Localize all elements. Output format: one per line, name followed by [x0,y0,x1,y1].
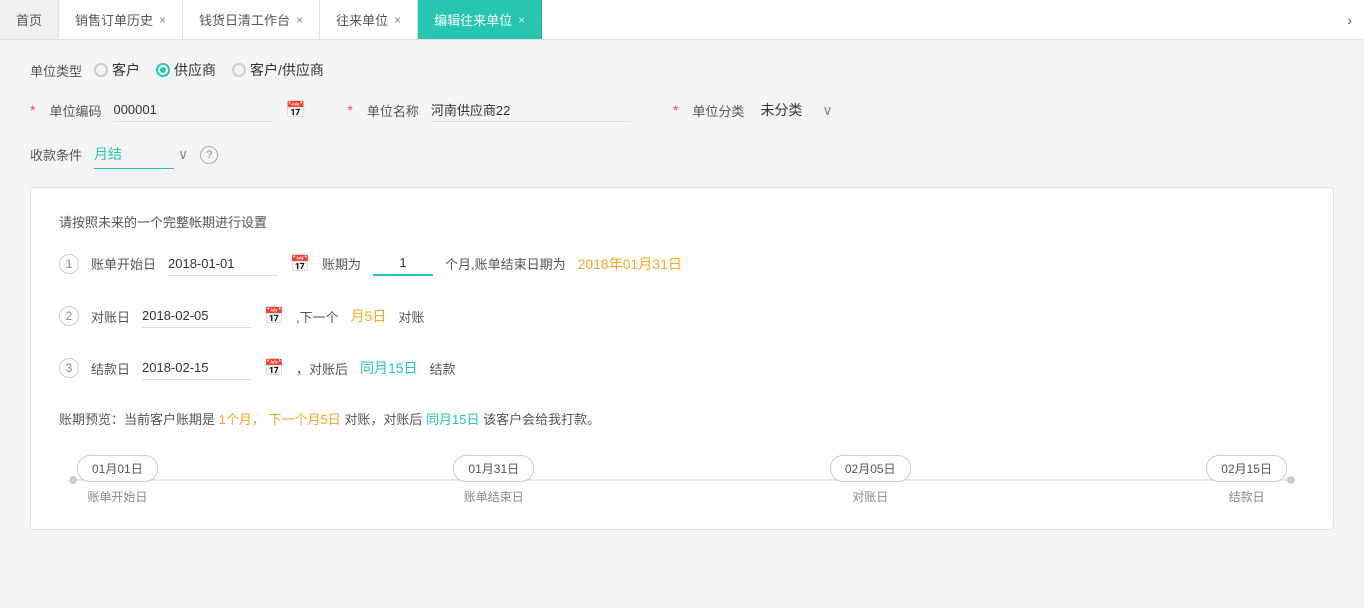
timeline-date-4: 02月15日 [1206,455,1287,482]
radio-customer[interactable]: 客户 [94,60,140,80]
timeline-label-4: 结款日 [1229,488,1265,505]
preview-payment: 同月15日 [426,412,479,427]
period-label: 账期为 [322,254,361,273]
tab-sales-history[interactable]: 销售订单历史 × [59,0,183,39]
main-content: 单位类型 客户 供应商 客户/供应商 * 单位编码 📅 * 单位名称 * 单位分… [0,40,1364,608]
tab-home[interactable]: 首页 [0,0,59,39]
timeline-label-3: 对账日 [852,488,888,505]
payment-condition-row: 收款条件 月结 ∨ ? [30,140,1334,169]
reconcile-prefix: ,下一个 [296,307,339,326]
unit-name-input[interactable] [431,98,631,122]
preview-period: 1个月， [219,412,265,427]
period-unit-text: 个月,账单结束日期为 [445,254,566,273]
tab-partner[interactable]: 往来单位 × [320,0,418,39]
timeline-node-1: 01月01日 账单开始日 [77,455,158,505]
calendar-icon-reconcile[interactable]: 📅 [264,306,284,326]
timeline-label-1: 账单开始日 [87,488,147,505]
setting-row-3: 3 结款日 📅 ，对账后 同月15日 结款 [59,356,1305,380]
unit-type-row: 单位类型 客户 供应商 客户/供应商 [30,60,1334,80]
timeline-nodes: 01月01日 账单开始日 01月31日 账单结束日 02月05日 对账日 02月… [77,455,1287,505]
settings-section: 请按照未来的一个完整帐期进行设置 1 账单开始日 📅 账期为 个月,账单结束日期… [30,187,1334,530]
close-tab-edit-partner[interactable]: × [518,13,525,27]
unit-category-label: 单位分类 [692,101,744,120]
required-star-code: * [30,102,35,118]
timeline-date-1: 01月01日 [77,455,158,482]
close-tab-sales-history[interactable]: × [159,13,166,27]
radio-customer-supplier[interactable]: 客户/供应商 [232,60,324,80]
section-title: 请按照未来的一个完整帐期进行设置 [59,212,1305,231]
timeline-end-dot [1287,476,1295,484]
close-tab-partner[interactable]: × [394,13,401,27]
unit-info-row: * 单位编码 📅 * 单位名称 * 单位分类 未分类 ∨ [30,98,1334,122]
required-star-name: * [347,102,352,118]
payment-prefix: ，对账后 [296,359,348,378]
radio-label-customer: 客户 [112,60,140,80]
unit-code-label: 单位编码 [49,101,101,120]
calendar-icon-code[interactable]: 📅 [285,100,305,120]
setting-row-2: 2 对账日 📅 ,下一个 月5日 对账 [59,304,1305,328]
payment-condition-label: 收款条件 [30,145,82,164]
row-label-payment: 结款日 [91,359,130,378]
timeline-node-3: 02月05日 对账日 [830,455,911,505]
category-dropdown-icon[interactable]: ∨ [822,102,832,119]
reconcile-date-input[interactable] [142,304,252,328]
row-num-1: 1 [59,254,79,274]
timeline-date-3: 02月05日 [830,455,911,482]
preview-mid: 对账，对账后 [344,412,422,427]
radio-supplier[interactable]: 供应商 [156,60,216,80]
unit-category-value: 未分类 [760,100,802,120]
payment-suffix: 结款 [430,359,456,378]
required-star-category: * [673,102,678,118]
radio-circle-supplier [156,63,170,77]
radio-label-customer-supplier: 客户/供应商 [250,60,324,80]
unit-type-label: 单位类型 [30,61,82,80]
tab-more-button[interactable]: › [1335,0,1364,39]
payment-date-input[interactable] [142,356,252,380]
period-value-input[interactable] [373,251,433,276]
radio-label-supplier: 供应商 [174,60,216,80]
payment-condition-value: 月结 [94,140,174,169]
preview-section: 账期预览：当前客户账期是 1个月， 下一个月5日 对账，对账后 同月15日 该客… [59,408,1305,431]
reconcile-highlight: 月5日 [351,306,387,326]
tab-edit-partner[interactable]: 编辑往来单位 × [418,0,542,39]
chevron-right-icon: › [1347,12,1352,28]
timeline-node-2: 01月31日 账单结束日 [453,455,534,505]
reconcile-suffix: 对账 [398,307,424,326]
calendar-icon-payment[interactable]: 📅 [264,358,284,378]
payment-highlight: 同月15日 [360,358,418,378]
payment-condition-help-icon[interactable]: ? [200,146,218,164]
setting-row-1: 1 账单开始日 📅 账期为 个月,账单结束日期为 2018年01月31日 [59,251,1305,276]
row-label-reconcile: 对账日 [91,307,130,326]
payment-condition-select[interactable]: 月结 ∨ [94,140,188,169]
start-date-input[interactable] [168,252,278,276]
preview-reconcile: 下一个月5日 [269,412,341,427]
timeline-date-2: 01月31日 [453,455,534,482]
timeline-container: 01月01日 账单开始日 01月31日 账单结束日 02月05日 对账日 02月… [59,455,1305,505]
tab-cash-work[interactable]: 钱货日清工作台 × [183,0,320,39]
unit-type-radio-group: 客户 供应商 客户/供应商 [94,60,324,80]
unit-code-input[interactable] [113,98,273,122]
timeline-track: 01月01日 账单开始日 01月31日 账单结束日 02月05日 对账日 02月… [77,455,1287,505]
end-date-highlight: 2018年01月31日 [578,254,682,274]
row-label-start: 账单开始日 [91,254,156,273]
row-num-3: 3 [59,358,79,378]
unit-name-label: 单位名称 [367,101,419,120]
payment-condition-dropdown-icon[interactable]: ∨ [178,146,188,163]
timeline-node-4: 02月15日 结款日 [1206,455,1287,505]
radio-circle-customer [94,63,108,77]
radio-circle-customer-supplier [232,63,246,77]
calendar-icon-start[interactable]: 📅 [290,254,310,274]
close-tab-cash-work[interactable]: × [296,13,303,27]
preview-suffix: 该客户会给我打款。 [483,412,600,427]
tab-bar: 首页 销售订单历史 × 钱货日清工作台 × 往来单位 × 编辑往来单位 × › [0,0,1364,40]
row-num-2: 2 [59,306,79,326]
timeline-label-2: 账单结束日 [464,488,524,505]
timeline-start-dot [69,476,77,484]
preview-prefix: 账期预览：当前客户账期是 [59,412,215,427]
